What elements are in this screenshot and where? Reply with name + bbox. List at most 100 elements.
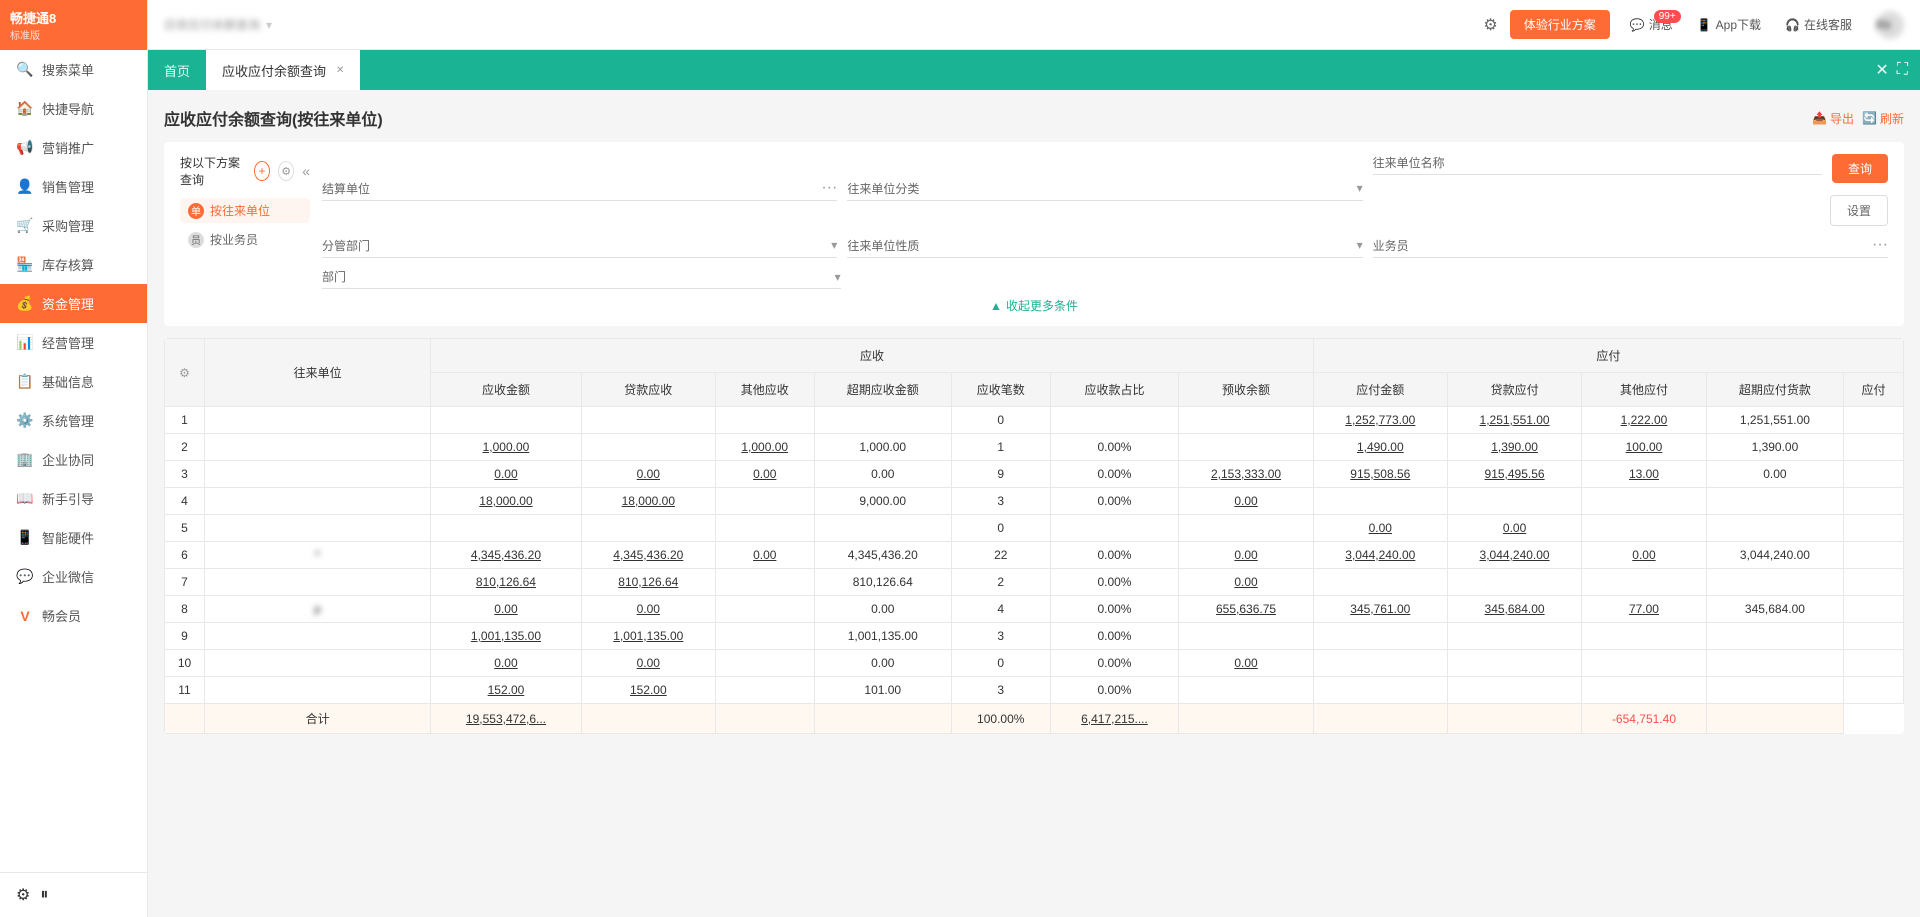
- set-button[interactable]: 设置: [1830, 195, 1888, 226]
- row-ap-other[interactable]: 100.00: [1582, 434, 1707, 461]
- dept-chevron[interactable]: ▾: [831, 238, 837, 252]
- export-button[interactable]: 📤 导出: [1812, 110, 1854, 127]
- row-ap-other[interactable]: 0.00: [1582, 542, 1707, 569]
- row-ap-loan[interactable]: 1,251,551.00: [1447, 407, 1581, 434]
- sidebar-item-search[interactable]: 🔍 搜索菜单: [0, 50, 147, 89]
- unit-nature-chevron[interactable]: ▾: [1357, 238, 1363, 252]
- row-ap-amount[interactable]: 915,508.56: [1313, 461, 1447, 488]
- row-ar-other[interactable]: 1,000.00: [715, 434, 814, 461]
- sidebar-item-guide[interactable]: 📖 新手引导: [0, 479, 147, 518]
- tab-home[interactable]: 首页: [148, 50, 206, 90]
- unit-category-input[interactable]: [923, 181, 1352, 195]
- row-ar-loan[interactable]: [581, 407, 715, 434]
- row-ap-loan[interactable]: 915,495.56: [1447, 461, 1581, 488]
- settlement-unit-input[interactable]: [374, 181, 817, 195]
- row-ap-other[interactable]: [1582, 515, 1707, 542]
- row-ap-other[interactable]: [1582, 650, 1707, 677]
- row-ap-loan[interactable]: [1447, 623, 1581, 650]
- row-ap-other[interactable]: 1,222.00: [1582, 407, 1707, 434]
- row-ap-loan[interactable]: 345,684.00: [1447, 596, 1581, 623]
- scheme-item-staff[interactable]: 员 按业务员: [180, 227, 310, 252]
- row-ar-prepay[interactable]: [1179, 623, 1313, 650]
- sidebar-item-enterprise[interactable]: 🏢 企业协同: [0, 440, 147, 479]
- online-service-badge[interactable]: 🎧 在线客服: [1785, 16, 1852, 33]
- row-ar-amount[interactable]: 152.00: [431, 677, 581, 704]
- sub-dept-chevron[interactable]: ▾: [835, 270, 841, 284]
- row-ap-loan[interactable]: 3,044,240.00: [1447, 542, 1581, 569]
- row-ar-other[interactable]: [715, 677, 814, 704]
- row-ar-amount[interactable]: 1,001,135.00: [431, 623, 581, 650]
- row-ar-prepay[interactable]: 0.00: [1179, 488, 1313, 515]
- row-ar-amount[interactable]: [431, 515, 581, 542]
- row-ap-loan[interactable]: [1447, 677, 1581, 704]
- row-ar-prepay[interactable]: [1179, 434, 1313, 461]
- row-ap-loan[interactable]: 0.00: [1447, 515, 1581, 542]
- row-ap-other[interactable]: [1582, 677, 1707, 704]
- row-ap-amount[interactable]: [1313, 488, 1447, 515]
- settings-gear-icon[interactable]: ⚙: [16, 885, 30, 905]
- row-ar-prepay[interactable]: 2,153,333.00: [1179, 461, 1313, 488]
- row-ap-amount[interactable]: [1313, 677, 1447, 704]
- row-ap-amount[interactable]: [1313, 569, 1447, 596]
- sidebar-item-operations[interactable]: 📊 经营管理: [0, 323, 147, 362]
- sub-dept-input[interactable]: [350, 270, 831, 284]
- scheme-item-unit[interactable]: 单 按往来单位: [180, 198, 310, 223]
- sidebar-item-finance[interactable]: 💰 资金管理: [0, 284, 147, 323]
- row-ar-other[interactable]: [715, 650, 814, 677]
- row-ar-amount[interactable]: 0.00: [431, 596, 581, 623]
- tab-close-icon[interactable]: ✕: [336, 65, 344, 76]
- row-ar-loan[interactable]: [581, 434, 715, 461]
- row-ar-other[interactable]: [715, 596, 814, 623]
- row-ap-other[interactable]: [1582, 569, 1707, 596]
- row-ap-amount[interactable]: 1,490.00: [1313, 434, 1447, 461]
- sidebar-item-sales[interactable]: 👤 销售管理: [0, 167, 147, 206]
- sidebar-item-marketing[interactable]: 📢 营销推广: [0, 128, 147, 167]
- add-scheme-button[interactable]: +: [254, 161, 270, 181]
- unit-category-chevron[interactable]: ▾: [1357, 181, 1363, 195]
- unit-nature-input[interactable]: [923, 238, 1352, 252]
- row-ar-loan[interactable]: 152.00: [581, 677, 715, 704]
- sidebar-item-purchase[interactable]: 🛒 采购管理: [0, 206, 147, 245]
- row-ar-prepay[interactable]: [1179, 407, 1313, 434]
- dept-input[interactable]: [374, 238, 827, 252]
- query-button[interactable]: 查询: [1832, 154, 1888, 183]
- app-download-badge[interactable]: 📱 App下载: [1697, 16, 1761, 33]
- gear-button[interactable]: ⚙: [1483, 15, 1497, 35]
- sidebar-item-hardware[interactable]: 📱 智能硬件: [0, 518, 147, 557]
- settlement-unit-dots[interactable]: ···: [821, 179, 837, 197]
- salesman-input[interactable]: [1413, 238, 1868, 252]
- row-ar-prepay[interactable]: [1179, 515, 1313, 542]
- row-ap-amount[interactable]: [1313, 623, 1447, 650]
- row-ap-loan[interactable]: 1,390.00: [1447, 434, 1581, 461]
- row-ar-other[interactable]: [715, 515, 814, 542]
- footer-ap-prepay[interactable]: 6,417,215....: [1050, 704, 1179, 734]
- row-ar-loan[interactable]: 18,000.00: [581, 488, 715, 515]
- message-badge[interactable]: 💬 消息 99+: [1630, 16, 1673, 33]
- footer-ar-total[interactable]: 19,553,472,6...: [431, 704, 581, 734]
- user-avatar[interactable]: Rit: [1876, 11, 1904, 39]
- row-ar-amount[interactable]: 0.00: [431, 461, 581, 488]
- row-ar-other[interactable]: [715, 488, 814, 515]
- row-ar-prepay[interactable]: 0.00: [1179, 569, 1313, 596]
- row-ar-amount[interactable]: 810,126.64: [431, 569, 581, 596]
- sidebar-item-system[interactable]: ⚙️ 系统管理: [0, 401, 147, 440]
- row-ar-other[interactable]: [715, 407, 814, 434]
- sidebar-item-quicknav[interactable]: 🏠 快捷导航: [0, 89, 147, 128]
- row-ap-other[interactable]: [1582, 488, 1707, 515]
- tab-arbalance[interactable]: 应收应付余额查询 ✕: [206, 50, 360, 90]
- row-ap-amount[interactable]: [1313, 650, 1447, 677]
- collapse-icon[interactable]: ⏸: [40, 886, 48, 904]
- sidebar-item-wechat[interactable]: 💬 企业微信: [0, 557, 147, 596]
- row-ar-prepay[interactable]: 0.00: [1179, 542, 1313, 569]
- row-ar-loan[interactable]: 0.00: [581, 461, 715, 488]
- filter-collapse-btn[interactable]: ▲ 收起更多条件: [180, 297, 1888, 314]
- row-ar-amount[interactable]: 4,345,436.20: [431, 542, 581, 569]
- row-ar-loan[interactable]: 0.00: [581, 596, 715, 623]
- sidebar-item-basic[interactable]: 📋 基础信息: [0, 362, 147, 401]
- row-ar-prepay[interactable]: 0.00: [1179, 650, 1313, 677]
- row-ap-loan[interactable]: [1447, 569, 1581, 596]
- refresh-button[interactable]: 🔄 刷新: [1862, 110, 1904, 127]
- row-ap-loan[interactable]: [1447, 488, 1581, 515]
- row-ap-loan[interactable]: [1447, 650, 1581, 677]
- row-ap-amount[interactable]: 1,252,773.00: [1313, 407, 1447, 434]
